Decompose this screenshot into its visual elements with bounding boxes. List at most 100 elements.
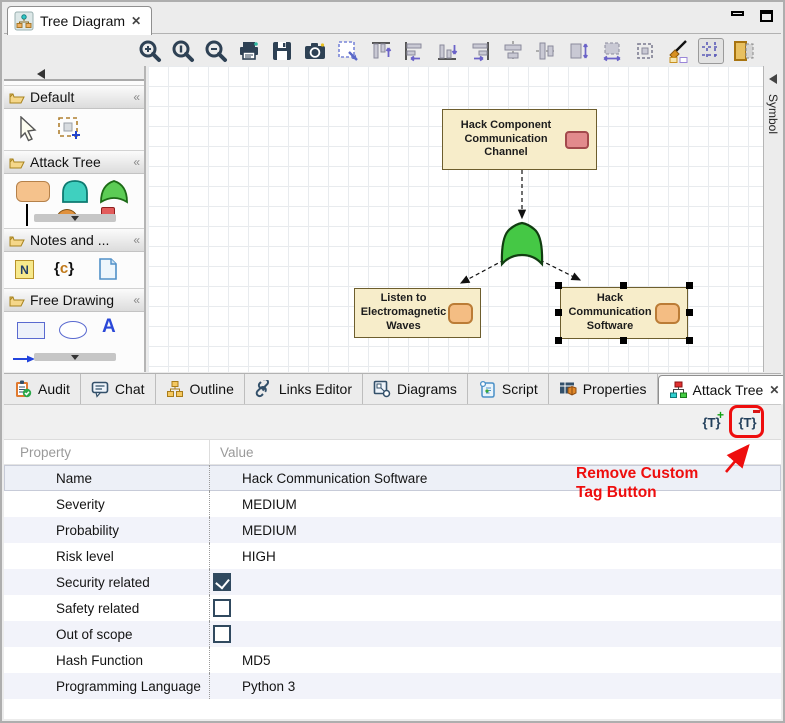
tab-links-editor[interactable]: Links Editor [245, 374, 363, 404]
selection-handle[interactable] [555, 309, 562, 316]
tab-outline[interactable]: Outline [156, 374, 245, 404]
node-hack-communication-software[interactable]: Hack Communication Software [560, 287, 688, 339]
selection-handle[interactable] [620, 282, 627, 289]
table-row[interactable]: Out of scope [4, 621, 781, 647]
remove-custom-tag-button[interactable]: {T} [734, 409, 761, 435]
align-right-icon[interactable] [467, 38, 493, 64]
expand-symbol-panel-icon[interactable] [769, 74, 777, 84]
table-row[interactable]: Safety related [4, 595, 781, 621]
document-tool[interactable] [98, 257, 118, 286]
pin-icon[interactable]: « [133, 155, 138, 169]
selection-handle[interactable] [620, 337, 627, 344]
ellipse-tool[interactable] [59, 321, 87, 339]
diagram-toolbar [4, 35, 763, 66]
minimize-icon[interactable] [731, 11, 744, 16]
symbol-sidebar[interactable]: Symbol [763, 66, 781, 372]
diagram-canvas[interactable]: Hack Component Communication Channel Lis… [148, 66, 767, 372]
palette-scroll-down[interactable] [34, 214, 116, 222]
node-label: Hack Communication Software [561, 292, 655, 333]
toggle-grid-icon[interactable] [698, 38, 724, 64]
arrow-line-tool[interactable] [12, 351, 36, 369]
selection-handle[interactable] [686, 309, 693, 316]
select-tool[interactable] [18, 116, 40, 147]
palette-collapse-bar[interactable] [4, 66, 144, 81]
center-vertical-axis-icon[interactable] [500, 38, 526, 64]
tab-script[interactable]: Script [468, 374, 549, 404]
align-left-icon[interactable] [401, 38, 427, 64]
selection-handle[interactable] [686, 337, 693, 344]
node-badge-icon[interactable] [655, 303, 680, 324]
node-listen-to-electromagnetic-waves[interactable]: Listen to Electromagnetic Waves [354, 288, 481, 338]
editor-tab-bar: Tree Diagram ✕ [4, 4, 781, 34]
diagrams-icon [373, 380, 391, 398]
selection-handle[interactable] [555, 337, 562, 344]
minus-icon [753, 410, 760, 413]
align-bottom-icon[interactable] [434, 38, 460, 64]
rectangle-tool[interactable] [17, 322, 45, 339]
save-icon[interactable] [269, 38, 295, 64]
marquee-select-tool[interactable] [56, 115, 84, 148]
table-row[interactable]: Security related [4, 569, 781, 595]
table-row[interactable]: Probability MEDIUM [4, 517, 781, 543]
center-horizontal-axis-icon[interactable] [533, 38, 559, 64]
column-header-value: Value [209, 440, 781, 464]
maximize-icon[interactable] [760, 10, 773, 22]
zoom-in-icon[interactable] [137, 38, 163, 64]
screenshot-icon[interactable] [302, 38, 328, 64]
security-related-checkbox[interactable] [213, 573, 231, 591]
palette-section-default[interactable]: Default « [4, 85, 144, 109]
pin-icon[interactable]: « [133, 293, 138, 307]
distribute-icon[interactable] [599, 38, 625, 64]
tab-diagrams[interactable]: Diagrams [363, 374, 468, 404]
align-top-icon[interactable] [368, 38, 394, 64]
node-hack-component-communication-channel[interactable]: Hack Component Communication Channel [442, 109, 597, 170]
palette-scroll-down[interactable] [34, 353, 116, 361]
zoom-original-icon[interactable] [170, 38, 196, 64]
tab-label: Tree Diagram [40, 13, 125, 29]
marquee-zoom-icon[interactable] [335, 38, 361, 64]
table-row[interactable]: Hash Function MD5 [4, 647, 781, 673]
tab-tree-diagram[interactable]: Tree Diagram ✕ [7, 6, 152, 35]
selection-handle[interactable] [555, 282, 562, 289]
match-size-icon[interactable] [566, 38, 592, 64]
tab-attack-tree[interactable]: Attack Tree ✕ [658, 375, 785, 404]
safety-related-checkbox[interactable] [213, 599, 231, 617]
text-tool[interactable]: A [102, 316, 116, 338]
table-row[interactable]: Risk level HIGH [4, 543, 781, 569]
node-badge-icon[interactable] [565, 131, 589, 149]
tab-properties[interactable]: Properties [549, 374, 658, 404]
resize-to-content-icon[interactable] [632, 38, 658, 64]
print-icon[interactable] [236, 38, 262, 64]
palette-section-label: Attack Tree [30, 154, 128, 170]
or-gate-tool[interactable] [98, 179, 130, 209]
tab-audit[interactable]: Audit [4, 374, 81, 404]
script-icon [478, 380, 496, 398]
node-badge-icon[interactable] [448, 303, 473, 324]
chat-icon [91, 380, 109, 398]
properties-toolbar: {T} + {T} [4, 405, 781, 440]
node-label: Hack Component Communication Channel [443, 119, 565, 160]
attack-tree-icon [669, 381, 687, 399]
diagram-frame-icon[interactable] [731, 38, 757, 64]
note-tool[interactable]: N [15, 260, 34, 279]
table-row[interactable]: Programming Language Python 3 [4, 673, 781, 699]
palette-section-attack-tree[interactable]: Attack Tree « [4, 150, 144, 174]
connector-line-tool[interactable] [26, 204, 28, 226]
bottom-panel: Audit Chat Outline Links Editor Diagrams… [4, 373, 781, 719]
collapse-palette-icon[interactable] [37, 69, 45, 79]
format-painter-icon[interactable] [665, 38, 691, 64]
out-of-scope-checkbox[interactable] [213, 625, 231, 643]
zoom-out-icon[interactable] [203, 38, 229, 64]
palette-section-notes[interactable]: Notes and ... « [4, 228, 144, 252]
close-icon[interactable]: ✕ [769, 383, 779, 397]
tab-chat[interactable]: Chat [81, 374, 156, 404]
pin-icon[interactable]: « [133, 233, 138, 247]
event-node-tool[interactable] [16, 181, 50, 202]
close-icon[interactable]: ✕ [131, 14, 141, 28]
and-gate-tool[interactable] [60, 179, 90, 209]
add-custom-tag-button[interactable]: {T} + [698, 409, 725, 435]
selection-handle[interactable] [686, 282, 693, 289]
constraint-tool[interactable]: {c} [54, 260, 74, 277]
palette-section-free-drawing[interactable]: Free Drawing « [4, 288, 144, 312]
pin-icon[interactable]: « [133, 90, 138, 104]
